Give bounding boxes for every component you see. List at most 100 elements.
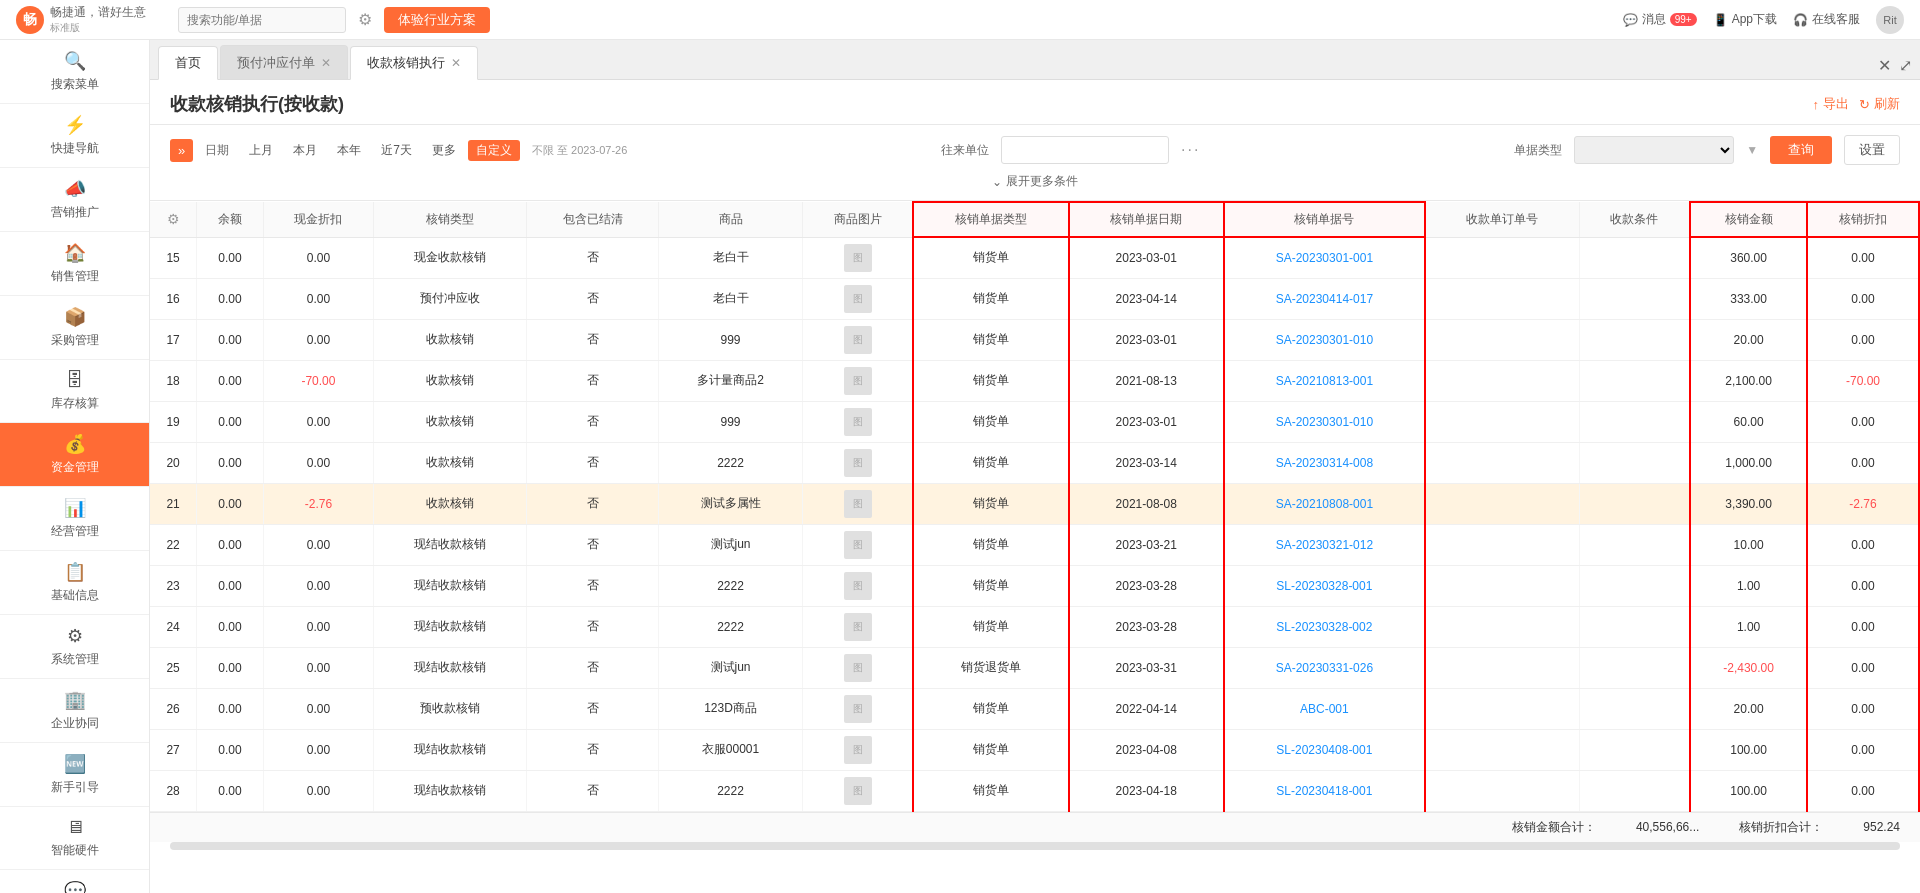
bill-no-link[interactable]: SA-20230301-001 xyxy=(1276,251,1373,265)
cell-bill-type: 销货单 xyxy=(913,770,1068,811)
sidebar-item-finance[interactable]: 💰 资金管理 xyxy=(0,423,149,487)
enterprise-icon: 🏢 xyxy=(64,689,86,711)
tab-home[interactable]: 首页 xyxy=(158,46,218,80)
table-area[interactable]: ⚙ 余额 现金折扣 核销类型 包含已结清 商品 商品图片 核销单据类型 核销单据… xyxy=(150,201,1920,893)
cell-no: 26 xyxy=(150,688,197,729)
custom-date-button[interactable]: 自定义 xyxy=(468,140,520,161)
cell-no: 24 xyxy=(150,606,197,647)
col-balance-header: 余额 xyxy=(197,202,264,237)
sidebar-item-system[interactable]: ⚙ 系统管理 xyxy=(0,615,149,679)
setting-button[interactable]: 设置 xyxy=(1844,135,1900,165)
cell-receipt-terms xyxy=(1579,606,1690,647)
cell-bill-no[interactable]: SA-20230414-017 xyxy=(1224,278,1425,319)
cell-bill-no[interactable]: SL-20230328-002 xyxy=(1224,606,1425,647)
tab-prepay[interactable]: 预付冲应付单 ✕ xyxy=(220,45,348,79)
col-settings-header[interactable]: ⚙ xyxy=(150,202,197,237)
tab-close-all-icon[interactable]: ✕ xyxy=(1878,56,1891,75)
export-button[interactable]: ↑ 导出 xyxy=(1813,95,1850,113)
cell-product: 999 xyxy=(659,401,803,442)
cell-bill-no[interactable]: SA-20230314-008 xyxy=(1224,442,1425,483)
app-download-btn[interactable]: 📱 App下载 xyxy=(1713,11,1777,28)
bill-no-link[interactable]: SA-20210813-001 xyxy=(1276,374,1373,388)
bill-no-link[interactable]: SA-20230321-012 xyxy=(1276,538,1373,552)
cell-bill-no[interactable]: SA-20230301-010 xyxy=(1224,401,1425,442)
online-service-btn[interactable]: 🎧 在线客服 xyxy=(1793,11,1860,28)
sidebar-item-inventory[interactable]: 🗄 库存核算 xyxy=(0,360,149,423)
query-button[interactable]: 查询 xyxy=(1770,136,1832,164)
sidebar-item-sales[interactable]: 🏠 销售管理 xyxy=(0,232,149,296)
bill-no-link[interactable]: SA-20230301-010 xyxy=(1276,415,1373,429)
bill-no-link[interactable]: SL-20230328-001 xyxy=(1276,579,1372,593)
sidebar-item-hardware[interactable]: 🖥 智能硬件 xyxy=(0,807,149,870)
partner-more-icon[interactable]: ··· xyxy=(1181,141,1200,159)
last-month-button[interactable]: 上月 xyxy=(241,140,281,161)
sidebar-item-purchase[interactable]: 📦 采购管理 xyxy=(0,296,149,360)
cell-bill-date: 2023-04-18 xyxy=(1069,770,1224,811)
bill-no-link[interactable]: SL-20230408-001 xyxy=(1276,743,1372,757)
cell-bill-no[interactable]: SL-20230418-001 xyxy=(1224,770,1425,811)
tab-verify-close-icon[interactable]: ✕ xyxy=(451,56,461,70)
sidebar-item-basic[interactable]: 📋 基础信息 xyxy=(0,551,149,615)
refresh-button[interactable]: ↻ 刷新 xyxy=(1859,95,1900,113)
more-date-button[interactable]: 更多 xyxy=(424,140,464,161)
bill-no-link[interactable]: SA-20230414-017 xyxy=(1276,292,1373,306)
bill-no-link[interactable]: SA-20230331-026 xyxy=(1276,661,1373,675)
bill-no-link[interactable]: ABC-001 xyxy=(1300,702,1349,716)
sidebar-item-search[interactable]: 🔍 搜索菜单 xyxy=(0,40,149,104)
bill-type-select[interactable] xyxy=(1574,136,1734,164)
last-7-days-button[interactable]: 近7天 xyxy=(373,140,420,161)
tab-prepay-label: 预付冲应付单 xyxy=(237,54,315,72)
bill-no-link[interactable]: SL-20230328-002 xyxy=(1276,620,1372,634)
cell-bill-no[interactable]: SA-20230331-026 xyxy=(1224,647,1425,688)
total-discount-label: 核销折扣合计： xyxy=(1739,819,1823,836)
tab-verify[interactable]: 收款核销执行 ✕ xyxy=(350,46,478,80)
bill-no-link[interactable]: SA-20210808-001 xyxy=(1276,497,1373,511)
cell-product-img: 图 xyxy=(802,442,913,483)
sidebar-item-label: 快捷导航 xyxy=(51,140,99,157)
this-year-button[interactable]: 本年 xyxy=(329,140,369,161)
cell-product-img: 图 xyxy=(802,647,913,688)
sidebar-item-business[interactable]: 📊 经营管理 xyxy=(0,487,149,551)
cell-bill-no[interactable]: SA-20230301-010 xyxy=(1224,319,1425,360)
avatar[interactable]: Rit xyxy=(1876,6,1904,34)
sidebar-item-enterprise[interactable]: 🏢 企业协同 xyxy=(0,679,149,743)
filter-toggle-button[interactable]: » xyxy=(170,139,193,162)
horizontal-scrollbar[interactable] xyxy=(170,842,1900,850)
expand-conditions-button[interactable]: ⌄ 展开更多条件 xyxy=(992,173,1078,190)
table-row: 27 0.00 0.00 现结收款核销 否 衣服00001 图 销货单 2023… xyxy=(150,729,1919,770)
cell-bill-no[interactable]: ABC-001 xyxy=(1224,688,1425,729)
col-bill-date-header: 核销单据日期 xyxy=(1069,202,1224,237)
cell-verify-discount: 0.00 xyxy=(1807,442,1919,483)
notifications-btn[interactable]: 💬 消息 99+ xyxy=(1623,11,1697,28)
col-settings-icon[interactable]: ⚙ xyxy=(167,211,180,227)
cell-no: 25 xyxy=(150,647,197,688)
tab-prepay-close-icon[interactable]: ✕ xyxy=(321,56,331,70)
trial-button[interactable]: 体验行业方案 xyxy=(384,7,490,33)
bill-no-link[interactable]: SA-20230314-008 xyxy=(1276,456,1373,470)
cell-verify-type: 现金收款核销 xyxy=(374,237,527,278)
tab-restore-icon[interactable]: ⤢ xyxy=(1899,56,1912,75)
cell-receipt-terms xyxy=(1579,770,1690,811)
bill-no-link[interactable]: SL-20230418-001 xyxy=(1276,784,1372,798)
this-month-button[interactable]: 本月 xyxy=(285,140,325,161)
cell-verify-amount: 100.00 xyxy=(1690,770,1807,811)
cell-bill-no[interactable]: SA-20210808-001 xyxy=(1224,483,1425,524)
cell-bill-no[interactable]: SL-20230328-001 xyxy=(1224,565,1425,606)
cell-receipt-terms xyxy=(1579,401,1690,442)
sidebar-item-wechat[interactable]: 💬 企业微信 xyxy=(0,870,149,893)
sidebar-item-beginner[interactable]: 🆕 新手引导 xyxy=(0,743,149,807)
cell-bill-no[interactable]: SA-20210813-001 xyxy=(1224,360,1425,401)
cell-bill-no[interactable]: SA-20230321-012 xyxy=(1224,524,1425,565)
cell-verify-discount: 0.00 xyxy=(1807,729,1919,770)
bill-no-link[interactable]: SA-20230301-010 xyxy=(1276,333,1373,347)
partner-input[interactable] xyxy=(1001,136,1169,164)
sidebar-item-marketing[interactable]: 📣 营销推广 xyxy=(0,168,149,232)
cell-verify-type: 现结收款核销 xyxy=(374,565,527,606)
cell-bill-no[interactable]: SA-20230301-001 xyxy=(1224,237,1425,278)
settings-gear-icon[interactable]: ⚙ xyxy=(358,10,372,29)
cell-bill-no[interactable]: SL-20230408-001 xyxy=(1224,729,1425,770)
sidebar-item-quick-nav[interactable]: ⚡ 快捷导航 xyxy=(0,104,149,168)
search-input[interactable] xyxy=(178,7,346,33)
cell-verify-discount: 0.00 xyxy=(1807,606,1919,647)
cell-verify-amount: 20.00 xyxy=(1690,319,1807,360)
